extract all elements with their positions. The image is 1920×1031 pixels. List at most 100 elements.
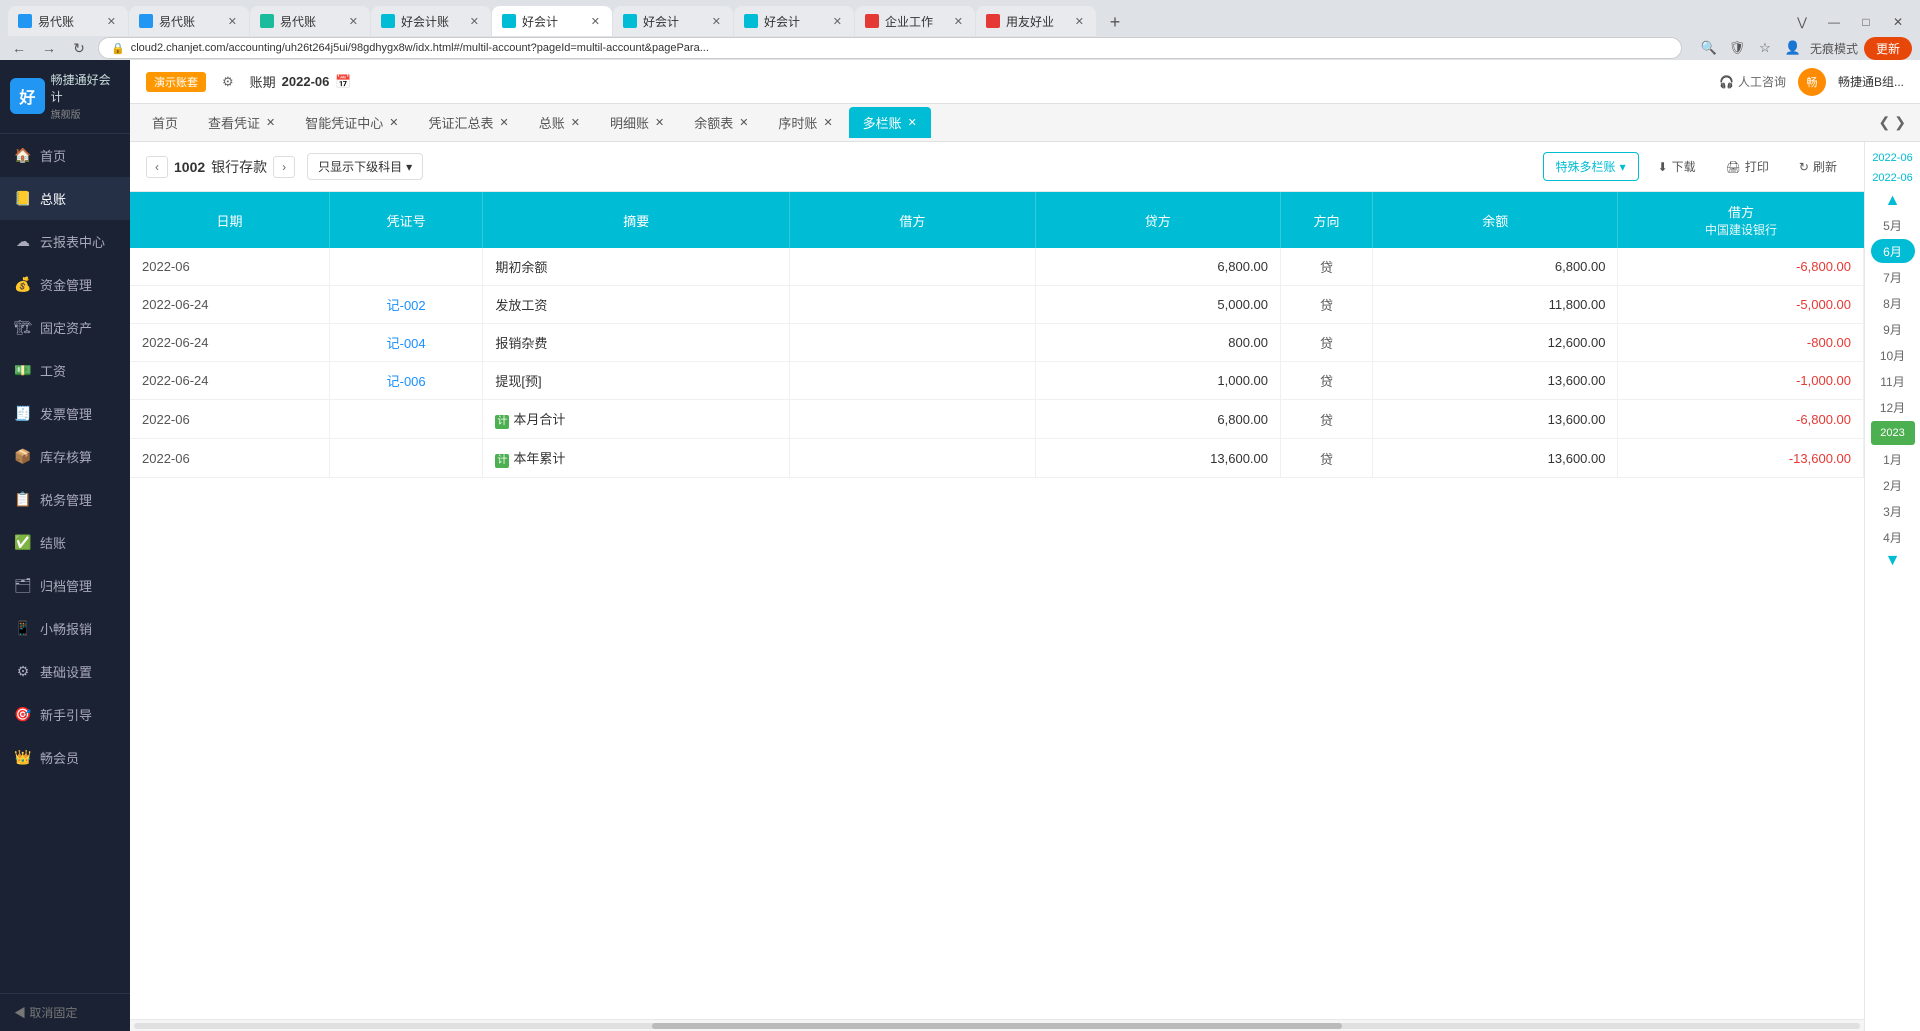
browser-tab-1[interactable]: 易代账 ✕ [8, 6, 128, 36]
browser-tab-9[interactable]: 用友好业 ✕ [976, 6, 1096, 36]
topbar-settings-icon[interactable]: ⚙ [222, 74, 234, 90]
sidebar-item-guide[interactable]: 🎯 新手引导 [0, 693, 130, 736]
next-account-button[interactable]: › [273, 156, 295, 178]
cell-voucher-1[interactable]: 记-002 [329, 286, 482, 324]
customer-service-button[interactable]: 🎧 人工咨询 [1719, 73, 1786, 90]
page-tab-balance[interactable]: 余额表 ✕ [680, 107, 762, 138]
download-button[interactable]: ⬇ 下载 [1647, 152, 1707, 181]
sidebar-item-member[interactable]: 👑 畅会员 [0, 736, 130, 779]
timeline-month-5[interactable]: 5月 [1871, 213, 1915, 237]
sidebar-item-assets[interactable]: 🏗 固定资产 [0, 306, 130, 349]
cell-voucher-2[interactable]: 记-004 [329, 324, 482, 362]
sidebar-unpin-button[interactable]: ◀ 取消固定 [0, 993, 130, 1031]
page-tab-smart-close[interactable]: ✕ [389, 116, 398, 129]
calendar-icon[interactable]: 📅 [335, 74, 351, 90]
timeline-month-9[interactable]: 9月 [1871, 317, 1915, 341]
tab-close-1[interactable]: ✕ [105, 14, 118, 29]
minimize-button[interactable]: — [1820, 8, 1848, 36]
page-tab-journal-close[interactable]: ✕ [823, 116, 832, 129]
sidebar-item-home[interactable]: 🏠 首页 [0, 134, 130, 177]
sidebar-item-tax[interactable]: 📋 税务管理 [0, 478, 130, 521]
sidebar-item-funds[interactable]: 💰 资金管理 [0, 263, 130, 306]
collapse-tabs-button[interactable]: ❮ ❯ [1873, 110, 1912, 135]
page-tab-general[interactable]: 总账 ✕ [525, 107, 594, 138]
tab-close-9[interactable]: ✕ [1073, 14, 1086, 29]
page-tab-balance-label: 余额表 [694, 113, 733, 132]
tab-close-5[interactable]: ✕ [589, 14, 602, 29]
timeline-month-11[interactable]: 11月 [1871, 369, 1915, 393]
sidebar-item-settings[interactable]: ⚙ 基础设置 [0, 650, 130, 693]
page-tab-voucher[interactable]: 查看凭证 ✕ [194, 107, 289, 138]
browser-tab-8[interactable]: 企业工作 ✕ [855, 6, 975, 36]
browser-tab-6[interactable]: 好会计 ✕ [613, 6, 733, 36]
page-tab-voucher-close[interactable]: ✕ [266, 116, 275, 129]
refresh-button[interactable]: ↻ 刷新 [1788, 152, 1848, 181]
tab-close-8[interactable]: ✕ [952, 14, 965, 29]
browser-chrome: 易代账 ✕ 易代账 ✕ 易代账 ✕ 好会计账 ✕ 好会计 ✕ [0, 0, 1920, 60]
cell-voucher-3[interactable]: 记-006 [329, 362, 482, 400]
back-button[interactable]: ← [8, 37, 30, 59]
page-tab-general-close[interactable]: ✕ [571, 116, 580, 129]
timeline-scroll-up[interactable]: ▲ [1885, 192, 1901, 210]
page-tab-detail-close[interactable]: ✕ [655, 116, 664, 129]
search-icon[interactable]: 🔍 [1698, 37, 1720, 59]
sidebar-item-close[interactable]: ✅ 结账 [0, 521, 130, 564]
page-tab-home[interactable]: 首页 [138, 107, 192, 138]
h-scrollbar-thumb[interactable] [652, 1023, 1342, 1029]
reload-button[interactable]: ↻ [68, 37, 90, 59]
close-window-button[interactable]: ✕ [1884, 8, 1912, 36]
feature-btn[interactable]: 特殊多栏账 ▾ [1543, 152, 1639, 181]
sidebar-item-archive[interactable]: 🗂 归档管理 [0, 564, 130, 607]
browser-tab-3[interactable]: 易代账 ✕ [250, 6, 370, 36]
timeline-scroll-down[interactable]: ▼ [1885, 552, 1901, 570]
browser-tab-4[interactable]: 好会计账 ✕ [371, 6, 491, 36]
filter-dropdown[interactable]: 只显示下级科目 ▾ [307, 153, 423, 180]
browser-tab-5[interactable]: 好会计 ✕ [492, 6, 612, 36]
tab-close-7[interactable]: ✕ [831, 14, 844, 29]
new-tab-button[interactable]: + [1101, 8, 1129, 36]
timeline-2023-month-2[interactable]: 2月 [1871, 473, 1915, 497]
page-tab-detail[interactable]: 明细账 ✕ [596, 107, 678, 138]
star-icon[interactable]: ☆ [1754, 37, 1776, 59]
shield-icon[interactable]: 🛡 [1726, 37, 1748, 59]
timeline-month-12[interactable]: 12月 [1871, 395, 1915, 419]
sidebar-item-salary[interactable]: 💵 工资 [0, 349, 130, 392]
page-tab-journal[interactable]: 序时账 ✕ [764, 107, 846, 138]
timeline-month-10[interactable]: 10月 [1871, 343, 1915, 367]
forward-button[interactable]: → [38, 37, 60, 59]
timeline-month-7[interactable]: 7月 [1871, 265, 1915, 289]
page-tab-summary-close[interactable]: ✕ [500, 116, 509, 129]
maximize-button[interactable]: □ [1852, 8, 1880, 36]
expense-icon: 📱 [14, 619, 32, 637]
prev-account-button[interactable]: ‹ [146, 156, 168, 178]
browser-tab-7[interactable]: 好会计 ✕ [734, 6, 854, 36]
tab-close-3[interactable]: ✕ [347, 14, 360, 29]
browser-tab-2[interactable]: 易代账 ✕ [129, 6, 249, 36]
sidebar-item-inventory[interactable]: 📦 库存核算 [0, 435, 130, 478]
tab-close-6[interactable]: ✕ [710, 14, 723, 29]
timeline-2023-month-1[interactable]: 1月 [1871, 447, 1915, 471]
page-tab-smart[interactable]: 智能凭证中心 ✕ [291, 107, 412, 138]
profile-icon[interactable]: 👤 [1782, 37, 1804, 59]
tab-list-button[interactable]: ⋁ [1788, 8, 1816, 36]
h-scrollbar[interactable] [130, 1019, 1864, 1031]
update-button[interactable]: 更新 [1864, 37, 1912, 60]
page-tab-multi-close[interactable]: ✕ [908, 116, 917, 129]
print-button[interactable]: 🖨 打印 [1715, 152, 1780, 181]
sidebar-item-ledger[interactable]: 📒 总账 [0, 177, 130, 220]
timeline-month-8[interactable]: 8月 [1871, 291, 1915, 315]
cell-extra-4: -6,800.00 [1618, 400, 1864, 439]
sidebar-item-expense[interactable]: 📱 小畅报销 [0, 607, 130, 650]
page-tab-multi[interactable]: 多栏账 ✕ [849, 107, 931, 138]
tab-close-4[interactable]: ✕ [468, 14, 481, 29]
timeline-month-6[interactable]: 6月 [1871, 239, 1915, 263]
sidebar-item-report[interactable]: ☁ 云报表中心 [0, 220, 130, 263]
window-controls: ⋁ — □ ✕ [1788, 8, 1912, 36]
tab-close-2[interactable]: ✕ [226, 14, 239, 29]
sidebar-item-invoice[interactable]: 🧾 发票管理 [0, 392, 130, 435]
timeline-2023-month-4[interactable]: 4月 [1871, 525, 1915, 549]
address-input[interactable]: 🔒 cloud2.chanjet.com/accounting/uh26t264… [98, 37, 1682, 59]
page-tab-summary[interactable]: 凭证汇总表 ✕ [414, 107, 522, 138]
page-tab-balance-close[interactable]: ✕ [739, 116, 748, 129]
timeline-2023-month-3[interactable]: 3月 [1871, 499, 1915, 523]
